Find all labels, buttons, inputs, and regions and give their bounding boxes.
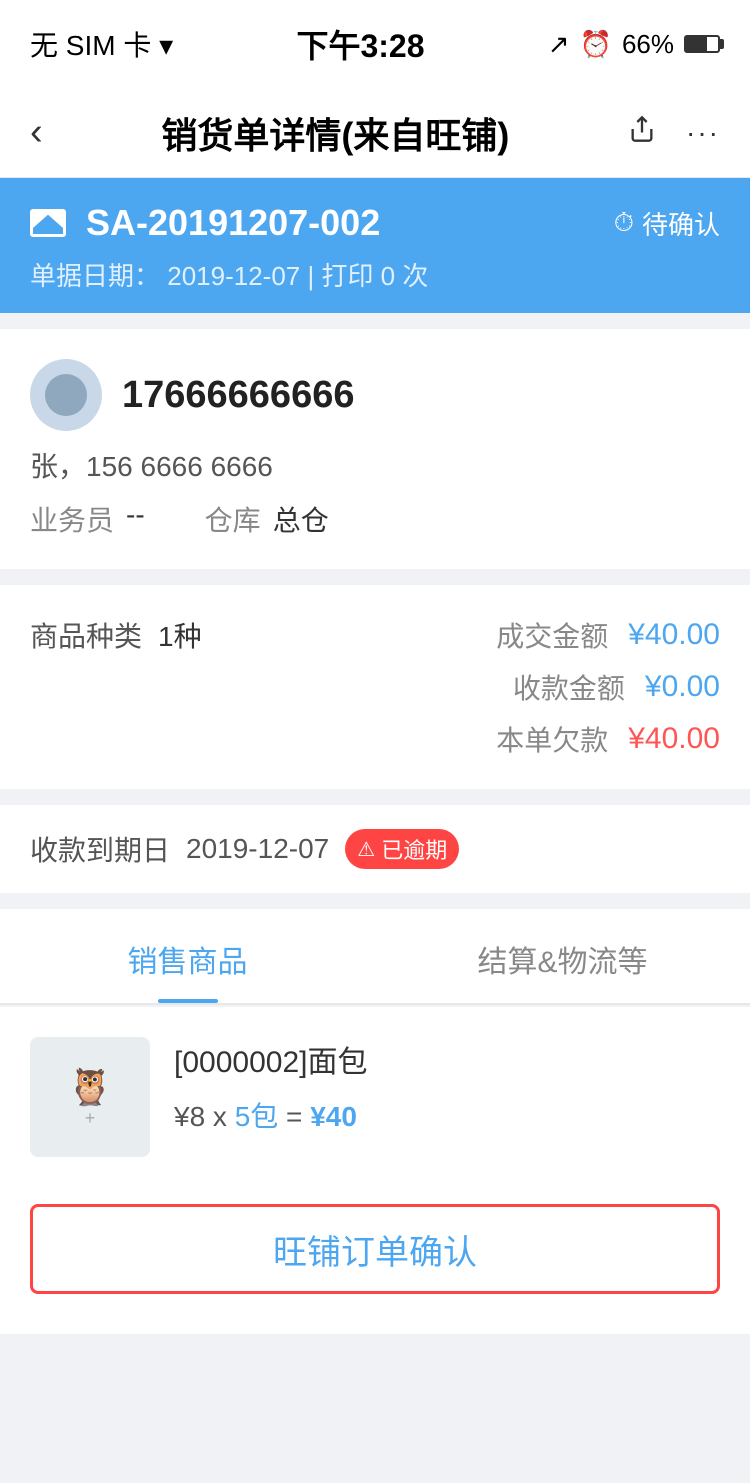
status-time: 下午3:28: [296, 21, 424, 67]
owed-label: 本单欠款: [496, 719, 608, 759]
deal-amount-row: 成交金额 ¥40.00: [496, 615, 720, 655]
confirm-order-button[interactable]: 旺铺订单确认: [30, 1204, 720, 1294]
salesperson-label: 业务员: [30, 499, 114, 539]
product-name: [0000002]面包: [174, 1037, 720, 1081]
total: ¥40: [310, 1101, 357, 1132]
order-envelope-icon: [30, 209, 66, 237]
customer-phone: 17666666666: [122, 374, 354, 417]
due-date-label: 收款到期日: [30, 829, 170, 869]
salesperson-meta: 业务员 --: [30, 499, 145, 539]
product-logo-plus: +: [85, 1108, 96, 1129]
battery-label: 66%: [622, 29, 674, 60]
warehouse-value: 总仓: [273, 499, 329, 539]
deal-amount-value: ¥40.00: [628, 618, 720, 652]
customer-section: 17666666666 张，156 6666 6666 业务员 -- 仓库 总仓: [0, 329, 750, 569]
back-button[interactable]: ‹: [30, 111, 43, 154]
sim-label: 无 SIM 卡 ▾: [30, 24, 173, 64]
due-date-value: 2019-12-07: [186, 833, 329, 865]
status-left: 无 SIM 卡 ▾: [30, 24, 173, 64]
battery-icon: [684, 35, 720, 53]
status-right: ↗ ⏰ 66%: [548, 29, 720, 60]
deal-amount-label: 成交金额: [496, 615, 608, 655]
share-icon[interactable]: [628, 115, 656, 150]
tabs-row: 销售商品 结算&物流等: [0, 909, 750, 1005]
product-thumbnail: 🦉 +: [30, 1037, 150, 1157]
product-section: 🦉 + [0000002]面包 ¥8 x 5包 = ¥40: [0, 1007, 750, 1187]
tabs-section: 销售商品 结算&物流等: [0, 909, 750, 1005]
tab-settlement[interactable]: 结算&物流等: [375, 909, 750, 1003]
equals: =: [278, 1101, 310, 1132]
product-item: 🦉 + [0000002]面包 ¥8 x 5包 = ¥40: [30, 1037, 720, 1157]
product-logo-owl: 🦉: [68, 1066, 113, 1108]
salesperson-value: --: [126, 499, 145, 539]
price-formula: ¥8 x: [174, 1101, 235, 1132]
warning-icon: ⚠: [357, 837, 375, 862]
owed-row: 本单欠款 ¥40.00: [496, 719, 720, 759]
quantity: 5包: [235, 1101, 279, 1132]
nav-bar: ‹ 销货单详情(来自旺铺) ···: [0, 88, 750, 178]
owed-value: ¥40.00: [628, 722, 720, 756]
nav-right-actions: ···: [628, 115, 720, 150]
received-value: ¥0.00: [645, 670, 720, 704]
overdue-badge: ⚠ 已逾期: [345, 829, 459, 869]
product-price: ¥8 x 5包 = ¥40: [174, 1095, 720, 1135]
received-row: 收款金额 ¥0.00: [513, 667, 720, 707]
location-icon: ↗: [548, 29, 570, 60]
amount-right: 成交金额 ¥40.00 收款金额 ¥0.00 本单欠款 ¥40.00: [496, 615, 720, 759]
confirm-btn-container: 旺铺订单确认: [0, 1184, 750, 1334]
received-label: 收款金额: [513, 667, 625, 707]
status-bar: 无 SIM 卡 ▾ 下午3:28 ↗ ⏰ 66%: [0, 0, 750, 88]
more-icon[interactable]: ···: [686, 117, 720, 149]
product-info: [0000002]面包 ¥8 x 5包 = ¥40: [174, 1037, 720, 1135]
clock-icon: ⏱: [614, 207, 634, 239]
tab-sales-products[interactable]: 销售商品: [0, 909, 375, 1003]
warehouse-meta: 仓库 总仓: [205, 499, 329, 539]
order-date-row: 单据日期： 2019-12-07 | 打印 0 次: [30, 256, 720, 293]
customer-name: 张，156 6666 6666: [30, 445, 720, 485]
product-type-label: 商品种类: [30, 615, 142, 655]
amount-section: 商品种类 1种 成交金额 ¥40.00 收款金额 ¥0.00 本单欠款 ¥40.…: [0, 585, 750, 789]
amount-left: 商品种类 1种: [30, 615, 202, 655]
avatar: [30, 359, 102, 431]
order-id: SA-20191207-002: [30, 202, 380, 244]
product-count: 1种: [158, 615, 202, 655]
alarm-icon: ⏰: [580, 29, 612, 60]
due-date-section: 收款到期日 2019-12-07 ⚠ 已逾期: [0, 805, 750, 893]
warehouse-label: 仓库: [205, 499, 261, 539]
order-status: ⏱ 待确认: [614, 205, 720, 242]
customer-meta: 业务员 -- 仓库 总仓: [30, 499, 720, 539]
page-title: 销货单详情(来自旺铺): [161, 107, 509, 159]
order-header: SA-20191207-002 ⏱ 待确认 单据日期： 2019-12-07 |…: [0, 178, 750, 313]
